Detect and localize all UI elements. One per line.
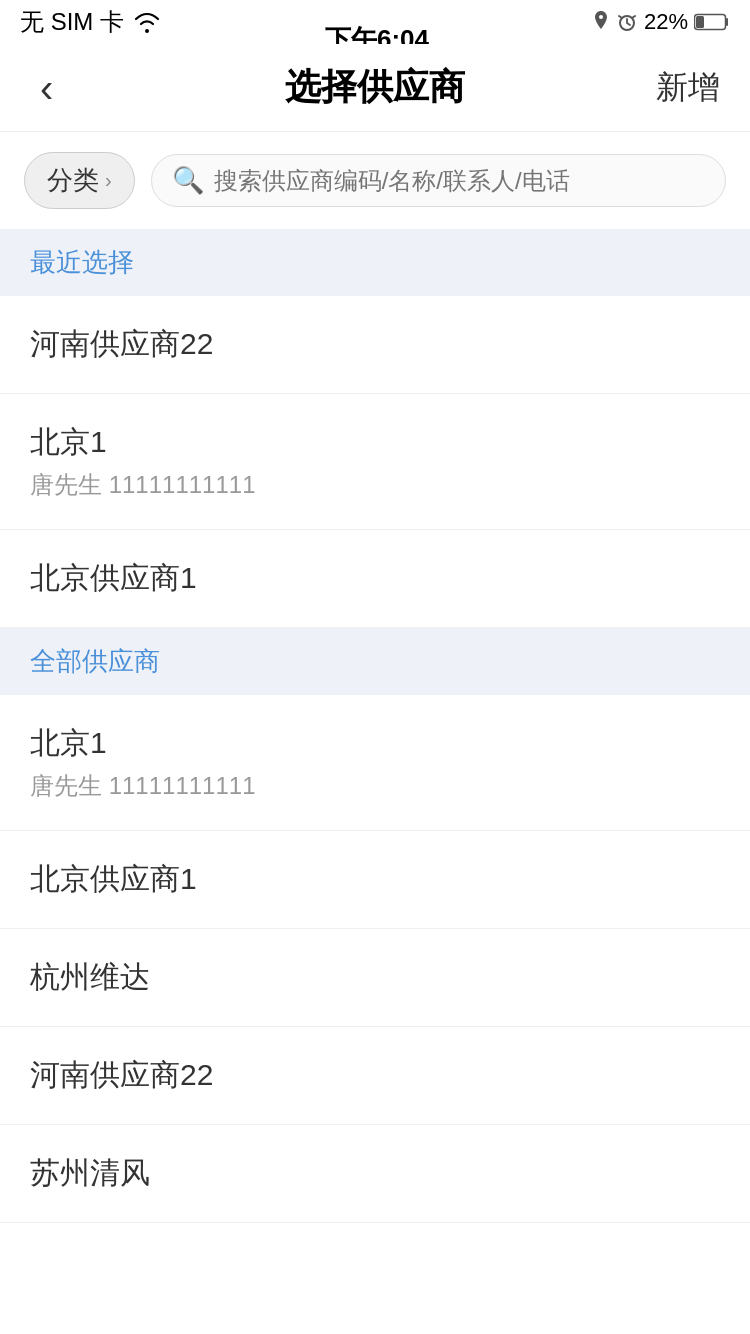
list-item[interactable]: 河南供应商22	[0, 1027, 750, 1125]
svg-rect-2	[696, 16, 704, 28]
sections-container: 最近选择河南供应商22 北京1 唐先生 11111111111 北京供应商1 全部供应商…	[0, 229, 750, 1223]
search-box: 🔍	[151, 154, 726, 207]
list-item[interactable]: 河南供应商22	[0, 296, 750, 394]
search-icon: 🔍	[172, 165, 204, 196]
category-label: 分类	[47, 163, 99, 198]
battery-icon	[694, 13, 730, 31]
filter-bar: 分类 › 🔍	[0, 132, 750, 229]
section-header-all: 全部供应商	[0, 628, 750, 695]
back-button[interactable]: ‹	[30, 58, 63, 118]
chevron-right-icon: ›	[105, 169, 112, 192]
add-button[interactable]: 新增	[656, 66, 720, 110]
nav-bar: ‹ 选择供应商 新增	[0, 44, 750, 132]
wifi-icon	[132, 11, 162, 33]
list-item[interactable]: 杭州维达	[0, 929, 750, 1027]
item-name: 河南供应商22	[30, 324, 720, 365]
item-name: 河南供应商22	[30, 1055, 720, 1096]
list-item[interactable]: 北京供应商1	[0, 530, 750, 628]
list-item[interactable]: 北京1 唐先生 11111111111	[0, 695, 750, 831]
category-button[interactable]: 分类 ›	[24, 152, 135, 209]
status-bar: 无 SIM 卡 下午6:04 22%	[0, 0, 750, 44]
item-name: 苏州清风	[30, 1153, 720, 1194]
status-right: 22%	[592, 9, 730, 35]
list-item[interactable]: 苏州清风	[0, 1125, 750, 1223]
item-name: 北京供应商1	[30, 558, 720, 599]
location-icon	[592, 11, 610, 33]
list-item[interactable]: 北京1 唐先生 11111111111	[0, 394, 750, 530]
item-sub: 唐先生 11111111111	[30, 770, 720, 802]
status-left: 无 SIM 卡	[20, 6, 162, 38]
item-name: 北京供应商1	[30, 859, 720, 900]
section-header-recent: 最近选择	[0, 229, 750, 296]
item-name: 杭州维达	[30, 957, 720, 998]
search-input[interactable]	[214, 167, 705, 195]
item-name: 北京1	[30, 723, 720, 764]
battery-label: 22%	[644, 9, 688, 35]
alarm-icon	[616, 11, 638, 33]
nav-title: 选择供应商	[285, 63, 465, 112]
item-name: 北京1	[30, 422, 720, 463]
list-item[interactable]: 北京供应商1	[0, 831, 750, 929]
item-sub: 唐先生 11111111111	[30, 469, 720, 501]
sim-label: 无 SIM 卡	[20, 6, 124, 38]
